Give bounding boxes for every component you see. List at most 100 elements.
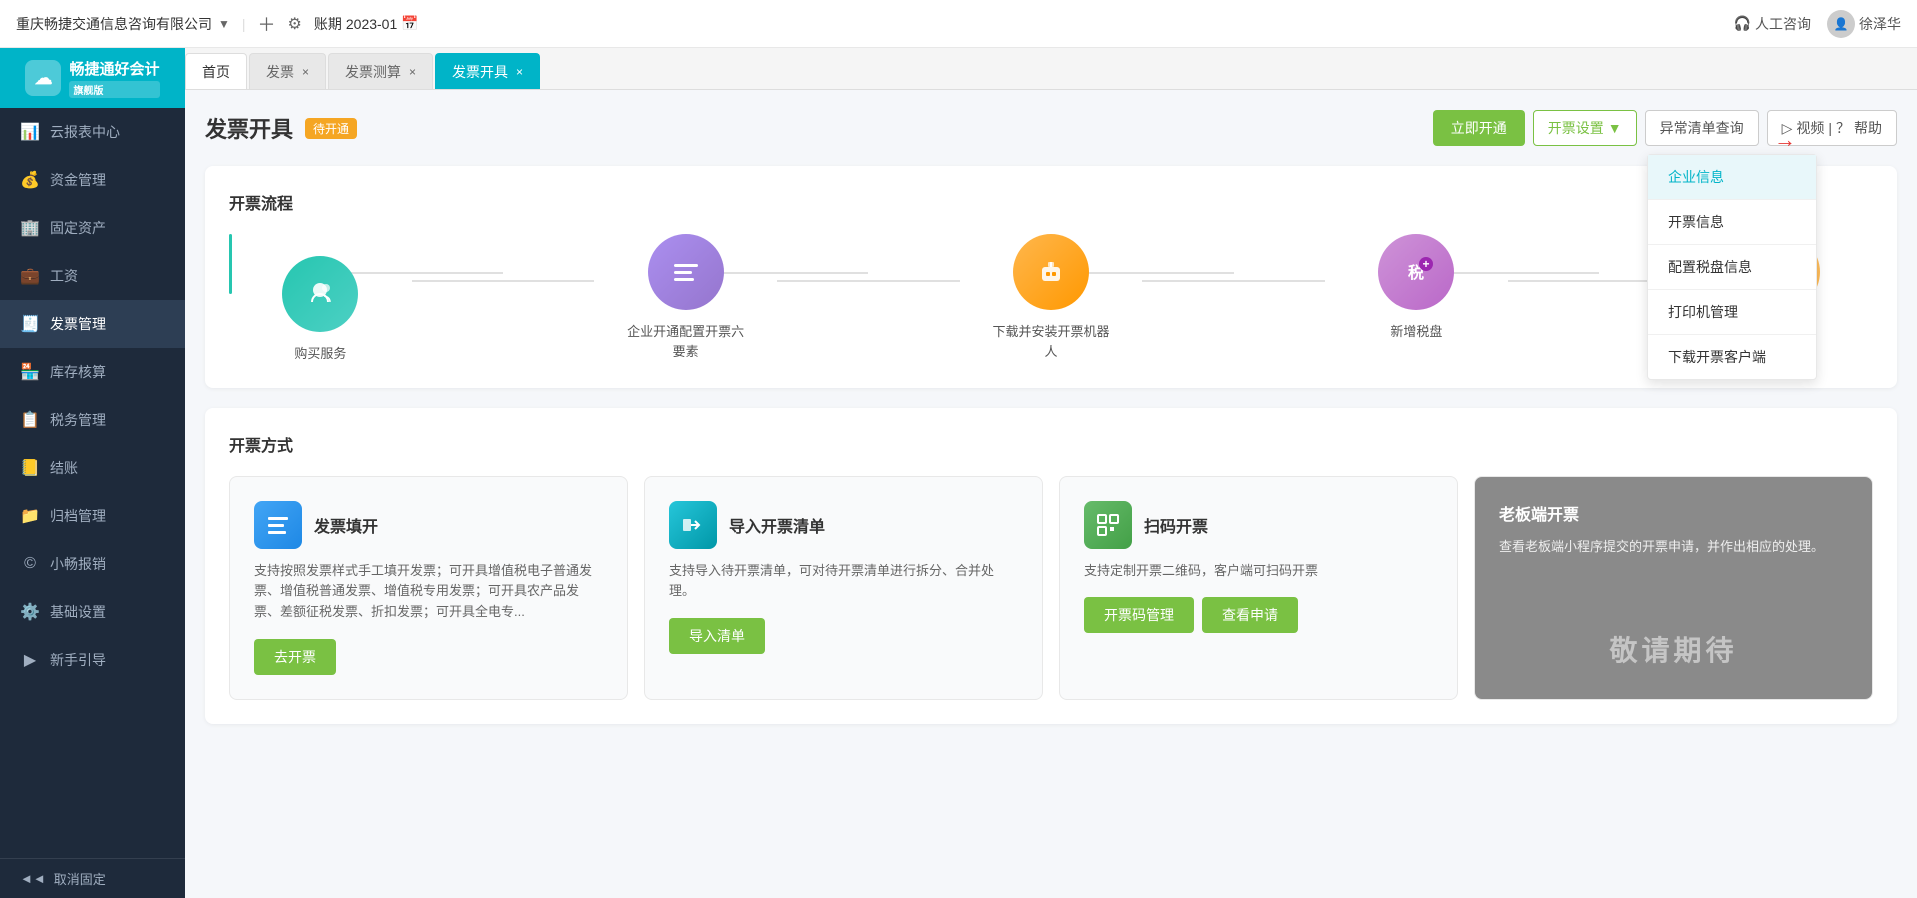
inventory-icon: 🏪 [20,362,40,382]
methods-grid: 发票填开 支持按照发票样式手工填开发票；可开具增值税电子普通发票、增值税普通发票… [229,476,1873,700]
settings-chevron-icon: ▼ [1608,120,1622,136]
method-card-fill-invoice: 发票填开 支持按照发票样式手工填开发票；可开具增值税电子普通发票、增值税普通发票… [229,476,628,700]
fixed-assets-icon: 🏢 [20,218,40,238]
tabbar: 首页 发票 × 发票测算 × 发票开具 × [185,48,1917,90]
sidebar-item-label: 小畅报销 [50,554,106,574]
status-badge: 待开通 [305,118,357,139]
methods-section: 开票方式 发票填开 支持按照发票样式手工填开发票；可开具增值税电子普通发票、增值… [205,408,1897,724]
qr-manage-button[interactable]: 开票码管理 [1084,597,1194,633]
dropdown-item-tax-config[interactable]: 配置税盘信息 [1648,245,1816,290]
flow-step-config-enterprise: 企业开通配置开票六要素 [594,234,777,361]
tab-home-label: 首页 [202,62,230,82]
settings-button-label: 开票设置 [1548,118,1604,138]
avatar: 👤 [1827,10,1855,38]
boss-invoice-desc: 查看老板端小程序提交的开票申请，并作出相应的处理。 [1499,537,1848,558]
sidebar-item-label: 结账 [50,458,78,478]
sidebar-bottom-action[interactable]: ◄◄ 取消固定 [0,858,185,898]
dropdown-item-invoice-info[interactable]: 开票信息 [1648,200,1816,245]
sidebar-item-fund[interactable]: 💰 资金管理 [0,156,185,204]
sidebar-bottom-label: 取消固定 [54,869,106,888]
flow-step-download-robot: 下载并安装开票机器人 [960,234,1143,361]
tab-invoice-open-close-icon[interactable]: × [516,65,523,79]
import-list-header: 导入开票清单 [669,501,1018,549]
company-chevron-icon: ▼ [218,17,230,31]
dropdown-item-company-info[interactable]: 企业信息 [1648,155,1816,200]
sidebar-item-invoice[interactable]: 🧾 发票管理 [0,300,185,348]
divider1: | [242,16,246,32]
method-card-import-list: 导入开票清单 支持导入待开票清单，可对待开票清单进行拆分、合并处理。 导入清单 [644,476,1043,700]
go-invoice-button[interactable]: 去开票 [254,639,336,675]
fill-invoice-icon [254,501,302,549]
sidebar-item-cloud-report[interactable]: 📊 云报表中心 [0,108,185,156]
sidebar-item-label: 基础设置 [50,602,106,622]
calendar-icon[interactable]: 📅 [401,15,418,32]
tab-invoice-label: 发票 [266,62,294,82]
sidebar-item-label: 资金管理 [50,170,106,190]
support-button[interactable]: 🎧 人工咨询 [1734,14,1811,34]
sidebar-logo: ☁ 畅捷通好会计 旗舰版 [0,48,185,108]
support-label: 人工咨询 [1755,14,1811,34]
tab-invoice-calc-close-icon[interactable]: × [409,65,416,79]
tax-icon: 📋 [20,410,40,430]
company-name: 重庆畅捷交通信息咨询有限公司 [16,14,212,34]
archive-icon: 📁 [20,506,40,526]
tab-invoice-calc[interactable]: 发票测算 × [328,53,433,89]
tab-home[interactable]: 首页 [185,53,247,89]
flow-steps: 购买服务 企业开通配置开票六要素 下载并安装开票 [229,234,1873,364]
tab-invoice[interactable]: 发票 × [249,53,326,89]
period-value: 2023-01 [346,16,397,32]
accounting-icon: 📒 [20,458,40,478]
topbar-right: 🎧 人工咨询 👤 徐泽华 [1734,10,1901,38]
sidebar-item-report-sales[interactable]: © 小畅报销 [0,540,185,588]
sidebar-nav: 📊 云报表中心 💰 资金管理 🏢 固定资产 💼 工资 🧾 发票管理 🏪 [0,108,185,858]
flow-connector2 [777,280,960,282]
company-selector[interactable]: 重庆畅捷交通信息咨询有限公司 ▼ [16,14,230,34]
sidebar-item-payroll[interactable]: 💼 工资 [0,252,185,300]
sidebar-item-tax[interactable]: 📋 税务管理 [0,396,185,444]
activate-button[interactable]: 立即开通 [1433,110,1525,146]
sidebar-item-fixed-assets[interactable]: 🏢 固定资产 [0,204,185,252]
settings-button[interactable]: 开票设置 ▼ [1533,110,1637,146]
flow-section-title: 开票流程 [229,190,1873,214]
dropdown-item-label: 配置税盘信息 [1668,259,1752,275]
import-list-desc: 支持导入待开票清单，可对待开票清单进行拆分、合并处理。 [669,561,1018,603]
flow-section: 开票流程 购买服务 [205,166,1897,388]
import-list-icon [669,501,717,549]
import-list-button[interactable]: 导入清单 [669,618,765,654]
logo-title: 畅捷通好会计 [69,58,159,79]
sidebar-item-guide[interactable]: ▶ 新手引导 [0,636,185,684]
logo-subtitle: 旗舰版 [69,81,159,98]
sidebar-item-inventory[interactable]: 🏪 库存核算 [0,348,185,396]
dropdown-item-download-client[interactable]: 下载开票客户端 [1648,335,1816,379]
sidebar-item-label: 固定资产 [50,218,106,238]
video-label: 视频 [1796,118,1824,138]
guide-icon: ▶ [20,650,40,670]
fill-invoice-desc: 支持按照发票样式手工填开发票；可开具增值税电子普通发票、增值税普通发票、增值税专… [254,561,603,623]
sidebar-item-accounting[interactable]: 📒 结账 [0,444,185,492]
payroll-icon: 💼 [20,266,40,286]
flow-connector3 [1142,280,1325,282]
method-card-boss-invoice: 老板端开票 查看老板端小程序提交的开票申请，并作出相应的处理。 敬请期待 [1474,476,1873,700]
config-enterprise-icon [648,234,724,310]
scan-invoice-buttons: 开票码管理 查看申请 [1084,597,1433,633]
topbar: 重庆畅捷交通信息咨询有限公司 ▼ | ＋ ⚙ 账期 2023-01 📅 🎧 人工… [0,0,1917,48]
exception-button[interactable]: 异常清单查询 [1645,110,1759,146]
tab-invoice-open[interactable]: 发票开具 × [435,53,540,89]
boss-invoice-title: 老板端开票 [1499,501,1579,525]
add-company-button[interactable]: ＋ [258,11,276,37]
logo-text-area: 畅捷通好会计 旗舰版 [69,58,159,98]
view-application-button[interactable]: 查看申请 [1202,597,1298,633]
tab-invoice-open-label: 发票开具 [452,62,508,82]
page-actions: 立即开通 开票设置 ▼ 异常清单查询 ▷ 视频 | ？ 帮助 [1433,110,1897,146]
settings-gear-icon[interactable]: ⚙ [288,14,302,34]
sidebar-item-archive[interactable]: 📁 归档管理 [0,492,185,540]
svg-text:+: + [1423,257,1430,271]
sidebar-item-settings[interactable]: ⚙️ 基础设置 [0,588,185,636]
scan-invoice-title: 扫码开票 [1144,513,1208,537]
add-tax-disk-icon: 税+ [1378,234,1454,310]
user-menu[interactable]: 👤 徐泽华 [1827,10,1901,38]
dropdown-item-printer[interactable]: 打印机管理 [1648,290,1816,335]
question-icon: ？ [1836,118,1850,138]
tab-invoice-close-icon[interactable]: × [302,65,309,79]
scan-invoice-desc: 支持定制开票二维码，客户端可扫码开票 [1084,561,1433,582]
